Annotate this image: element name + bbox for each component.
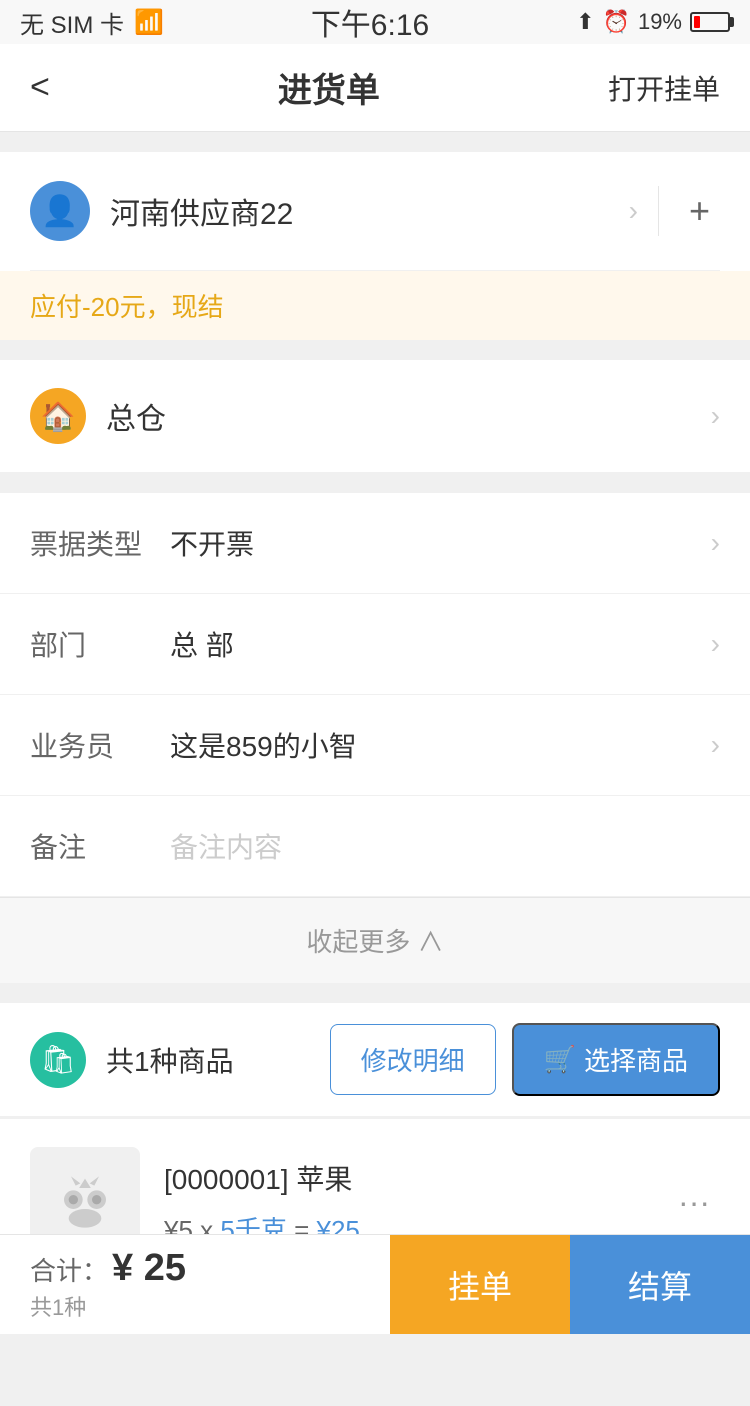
remark-value[interactable]: 备注内容: [170, 826, 720, 866]
shopping-bag-icon: 🛍: [40, 1043, 76, 1076]
department-value: 总 部: [170, 624, 711, 664]
battery-percent: 19%: [638, 9, 682, 35]
invoice-value: 不开票: [170, 523, 711, 563]
edit-detail-button[interactable]: 修改明细: [330, 1024, 496, 1095]
section-gap-2: [0, 340, 750, 360]
supplier-chevron-icon: ›: [629, 195, 638, 227]
status-right: ⬆ ⏰ 19%: [576, 9, 730, 35]
product-more-button[interactable]: ···: [668, 1174, 720, 1231]
invoice-label: 票据类型: [30, 523, 170, 563]
status-time: 下午6:16: [311, 0, 429, 44]
remark-label: 备注: [30, 826, 170, 866]
bottom-bar: 合计： ¥ 25 共1种 挂单 结算: [0, 1234, 750, 1334]
page-title: 进货单: [278, 63, 380, 112]
cart-icon: 🛒: [544, 1044, 576, 1075]
status-left: 无 SIM 卡 📶: [20, 5, 164, 40]
back-button[interactable]: <: [30, 68, 50, 107]
status-bar: 无 SIM 卡 📶 下午6:16 ⬆ ⏰ 19%: [0, 0, 750, 44]
form-row-invoice[interactable]: 票据类型 不开票 ›: [0, 493, 750, 594]
section-gap-1: [0, 132, 750, 152]
collapse-bar[interactable]: 收起更多 ∧: [0, 897, 750, 983]
product-section-icon: 🛍: [30, 1032, 86, 1088]
product-image-placeholder: [50, 1167, 120, 1237]
form-row-department[interactable]: 部门 总 部 ›: [0, 594, 750, 695]
salesperson-label: 业务员: [30, 725, 170, 765]
carrier-label: 无 SIM 卡: [20, 5, 124, 40]
warehouse-row[interactable]: 🏠 总仓 ›: [0, 360, 750, 473]
product-count-label: 共1种商品: [106, 1040, 330, 1080]
total-amount: ¥ 25: [112, 1247, 186, 1290]
select-product-button[interactable]: 🛒 选择商品: [512, 1023, 720, 1096]
wifi-icon: 📶: [134, 8, 164, 37]
supplier-name: 河南供应商22: [110, 189, 629, 233]
total-sub-label: 共1种: [30, 1290, 360, 1322]
supplier-avatar: 👤: [30, 181, 90, 241]
salesperson-value: 这是859的小智: [170, 725, 711, 765]
select-product-label: 选择商品: [584, 1041, 688, 1078]
department-chevron-icon: ›: [711, 628, 720, 660]
location-icon: ⬆: [576, 9, 594, 35]
checkout-label: 结算: [628, 1262, 692, 1308]
warehouse-icon-label: 🏠: [41, 400, 76, 433]
warehouse-name: 总仓: [106, 394, 711, 438]
notice-bar: 应付-20元，现结: [0, 271, 750, 340]
form-row-remark[interactable]: 备注 备注内容: [0, 796, 750, 897]
nav-bar: < 进货单 打开挂单: [0, 44, 750, 132]
department-label: 部门: [30, 624, 170, 664]
hang-order-label: 挂单: [448, 1262, 512, 1308]
vertical-divider: [658, 186, 659, 236]
salesperson-chevron-icon: ›: [711, 729, 720, 761]
add-supplier-button[interactable]: +: [679, 180, 720, 242]
total-section: 合计： ¥ 25 共1种: [0, 1235, 390, 1334]
hang-order-button[interactable]: 挂单: [390, 1235, 570, 1334]
supplier-row[interactable]: 👤 河南供应商22 › +: [30, 152, 720, 271]
battery-fill: [694, 16, 700, 28]
open-hang-button[interactable]: 打开挂单: [608, 68, 720, 108]
product-header: 🛍 共1种商品 修改明细 🛒 选择商品: [0, 1003, 750, 1117]
form-section: 票据类型 不开票 › 部门 总 部 › 业务员 这是859的小智 › 备注 备注…: [0, 493, 750, 897]
product-name: [0000001] 苹果: [164, 1158, 668, 1198]
total-label: 合计：: [30, 1251, 108, 1288]
invoice-chevron-icon: ›: [711, 527, 720, 559]
warehouse-icon: 🏠: [30, 388, 86, 444]
warehouse-chevron-icon: ›: [711, 400, 720, 432]
form-row-salesperson[interactable]: 业务员 这是859的小智 ›: [0, 695, 750, 796]
section-gap-3: [0, 473, 750, 493]
battery-indicator: [690, 12, 730, 32]
alarm-icon: ⏰: [603, 9, 630, 35]
supplier-section: 👤 河南供应商22 › +: [0, 152, 750, 271]
avatar-icon: 👤: [41, 194, 78, 229]
checkout-button[interactable]: 结算: [570, 1235, 750, 1334]
